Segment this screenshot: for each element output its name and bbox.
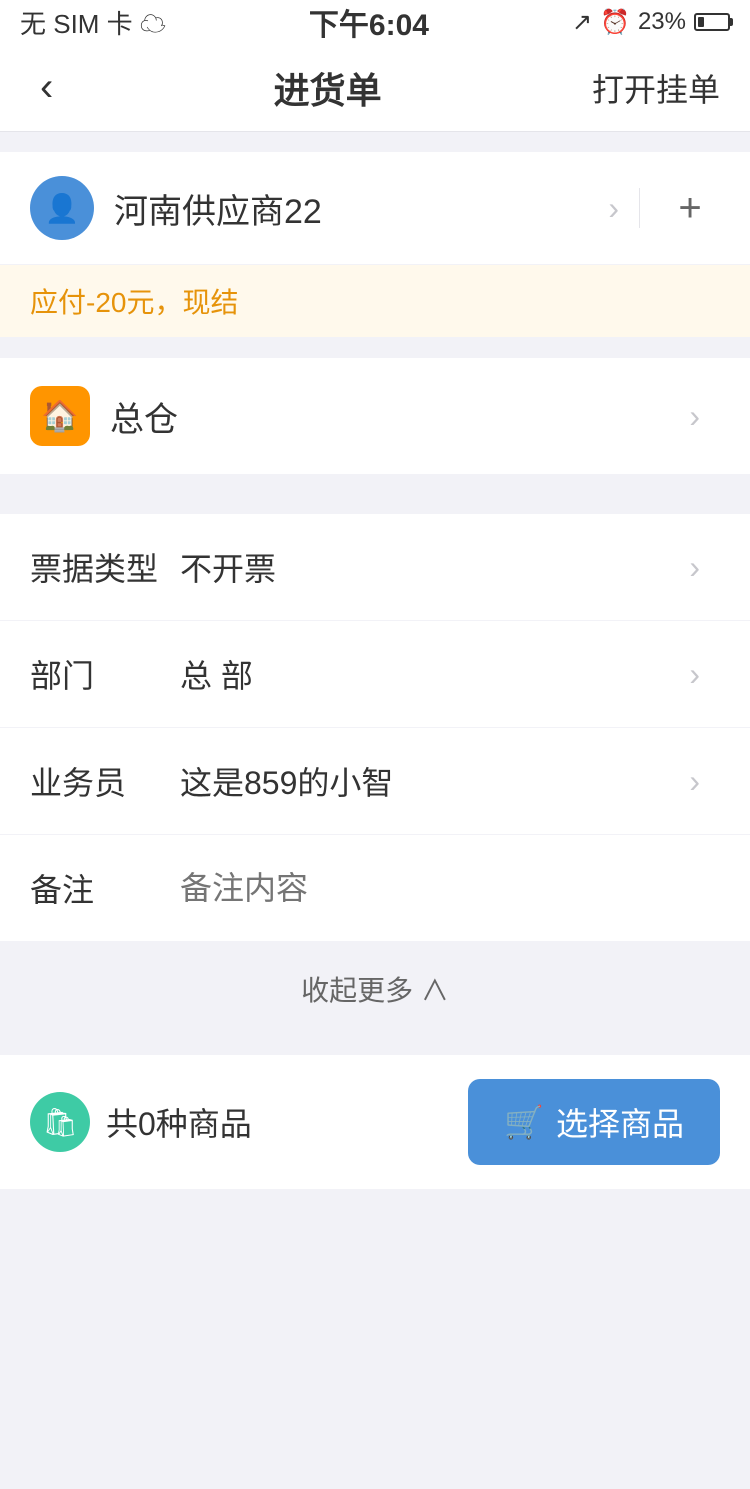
add-supplier-button[interactable]: + bbox=[660, 178, 720, 238]
supplier-divider bbox=[639, 188, 640, 228]
salesman-row[interactable]: 业务员 这是859的小智 › bbox=[0, 728, 750, 835]
product-summary: 🛍 共0种商品 bbox=[30, 1092, 252, 1152]
chevron-right-icon: › bbox=[689, 549, 700, 586]
status-bar: 无 SIM 卡 ☁ 下午6:04 ↗ ⏰ 23% bbox=[0, 0, 750, 44]
warehouse-row[interactable]: 🏠 总仓 › bbox=[0, 357, 750, 474]
remark-label: 备注 bbox=[30, 865, 160, 911]
bottom-bar: 🛍 共0种商品 🛒 选择商品 bbox=[0, 1055, 750, 1189]
salesman-value: 这是859的小智 bbox=[160, 758, 689, 804]
warehouse-symbol: 🏠 bbox=[41, 399, 78, 434]
chevron-right-icon: › bbox=[689, 763, 700, 800]
department-label: 部门 bbox=[30, 651, 160, 697]
collapse-button[interactable]: 收起更多 ∧ bbox=[0, 943, 750, 1035]
select-product-button[interactable]: 🛒 选择商品 bbox=[468, 1079, 720, 1165]
remark-row[interactable]: 备注 bbox=[0, 835, 750, 941]
open-pending-button[interactable]: 打开挂单 bbox=[592, 65, 720, 111]
alert-banner: 应付-20元，现结 bbox=[0, 265, 750, 337]
ticket-type-label: 票据类型 bbox=[30, 544, 160, 590]
location-icon: ↗ bbox=[572, 8, 592, 37]
form-section: 票据类型 不开票 › 部门 总 部 › 业务员 这是859的小智 › 备注 bbox=[0, 514, 750, 941]
alert-text: 应付-20元，现结 bbox=[30, 287, 238, 318]
back-button[interactable]: ‹ bbox=[30, 55, 63, 120]
cart-icon: 🛍 bbox=[42, 1106, 78, 1139]
chevron-right-icon: › bbox=[689, 398, 700, 435]
warehouse-card: 🏠 总仓 › bbox=[0, 357, 750, 474]
select-product-label: 选择商品 bbox=[556, 1099, 684, 1145]
ticket-type-value: 不开票 bbox=[160, 544, 689, 590]
alarm-icon: ⏰ bbox=[600, 8, 630, 37]
warehouse-name: 总仓 bbox=[110, 392, 689, 441]
chevron-right-icon: › bbox=[608, 190, 619, 227]
supplier-row[interactable]: 👤 河南供应商22 › + bbox=[0, 152, 750, 265]
page-rest bbox=[0, 1189, 750, 1489]
page-title: 进货单 bbox=[274, 62, 382, 114]
status-time: 下午6:04 bbox=[309, 0, 429, 44]
collapse-label: 收起更多 ∧ bbox=[301, 969, 449, 1009]
no-sim-label: 无 SIM 卡 ☁ bbox=[20, 4, 166, 41]
avatar-icon: 👤 bbox=[45, 192, 80, 225]
status-left: 无 SIM 卡 ☁ bbox=[20, 4, 166, 41]
product-count-text: 共0种商品 bbox=[106, 1099, 252, 1145]
warehouse-icon: 🏠 bbox=[30, 386, 90, 446]
ticket-type-row[interactable]: 票据类型 不开票 › bbox=[0, 514, 750, 621]
department-row[interactable]: 部门 总 部 › bbox=[0, 621, 750, 728]
nav-bar: ‹ 进货单 打开挂单 bbox=[0, 44, 750, 132]
supplier-avatar: 👤 bbox=[30, 176, 94, 240]
salesman-label: 业务员 bbox=[30, 758, 160, 804]
supplier-card: 👤 河南供应商22 › + 应付-20元，现结 bbox=[0, 152, 750, 337]
main-content: 👤 河南供应商22 › + 应付-20元，现结 🏠 总仓 › 票据类型 不开票 … bbox=[0, 132, 750, 1489]
select-product-icon: 🛒 bbox=[504, 1103, 544, 1141]
status-right: ↗ ⏰ 23% bbox=[572, 8, 730, 37]
product-count-icon: 🛍 bbox=[30, 1092, 90, 1152]
supplier-name: 河南供应商22 bbox=[114, 184, 608, 233]
battery-icon bbox=[694, 13, 730, 31]
battery-label: 23% bbox=[638, 8, 686, 36]
chevron-right-icon: › bbox=[689, 656, 700, 693]
department-value: 总 部 bbox=[160, 651, 689, 697]
remark-input[interactable] bbox=[160, 870, 720, 907]
